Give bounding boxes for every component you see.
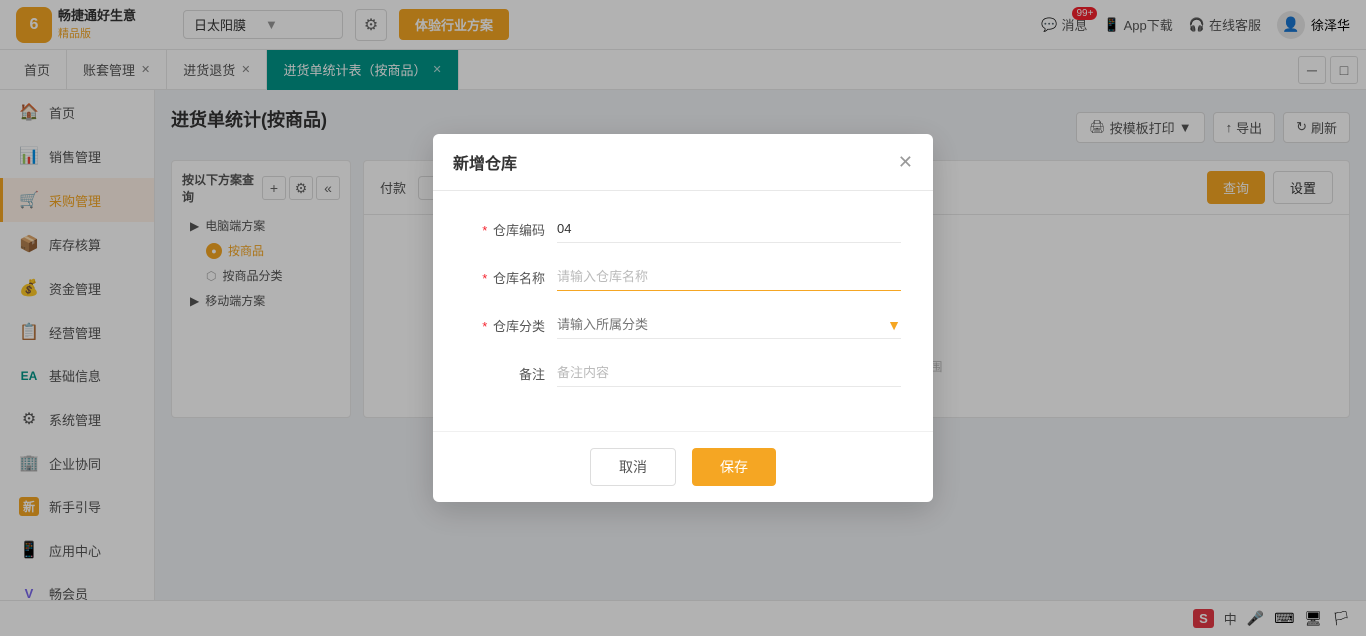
warehouse-name-row: * 仓库名称: [465, 263, 901, 291]
category-dropdown-arrow: ▼: [887, 317, 901, 333]
dialog-close-button[interactable]: ✕: [898, 152, 913, 173]
warehouse-code-row: * 仓库编码: [465, 215, 901, 243]
warehouse-remark-row: 备注: [465, 359, 901, 387]
name-required-dot: *: [482, 271, 487, 286]
code-required-dot: *: [482, 223, 487, 238]
warehouse-remark-label: 备注: [465, 364, 545, 383]
save-button[interactable]: 保存: [692, 448, 776, 486]
warehouse-name-label: * 仓库名称: [465, 268, 545, 287]
dialog-body: * 仓库编码 * 仓库名称 * 仓库分类: [433, 191, 933, 431]
warehouse-code-input[interactable]: [557, 215, 901, 243]
category-required-dot: *: [482, 319, 487, 334]
dialog-title: 新增仓库: [453, 150, 517, 174]
dialog-header: 新增仓库 ✕: [433, 134, 933, 191]
modal-overlay[interactable]: 新增仓库 ✕ * 仓库编码 * 仓库名称: [0, 0, 1366, 636]
warehouse-remark-input[interactable]: [557, 359, 901, 387]
cancel-button[interactable]: 取消: [590, 448, 676, 486]
warehouse-category-input[interactable]: [557, 311, 887, 338]
warehouse-category-label: * 仓库分类: [465, 316, 545, 335]
dialog-footer: 取消 保存: [433, 431, 933, 502]
warehouse-category-row: * 仓库分类 ▼: [465, 311, 901, 339]
warehouse-code-label: * 仓库编码: [465, 220, 545, 239]
new-warehouse-dialog: 新增仓库 ✕ * 仓库编码 * 仓库名称: [433, 134, 933, 502]
warehouse-name-input[interactable]: [557, 263, 901, 291]
warehouse-category-select[interactable]: ▼: [557, 311, 901, 339]
